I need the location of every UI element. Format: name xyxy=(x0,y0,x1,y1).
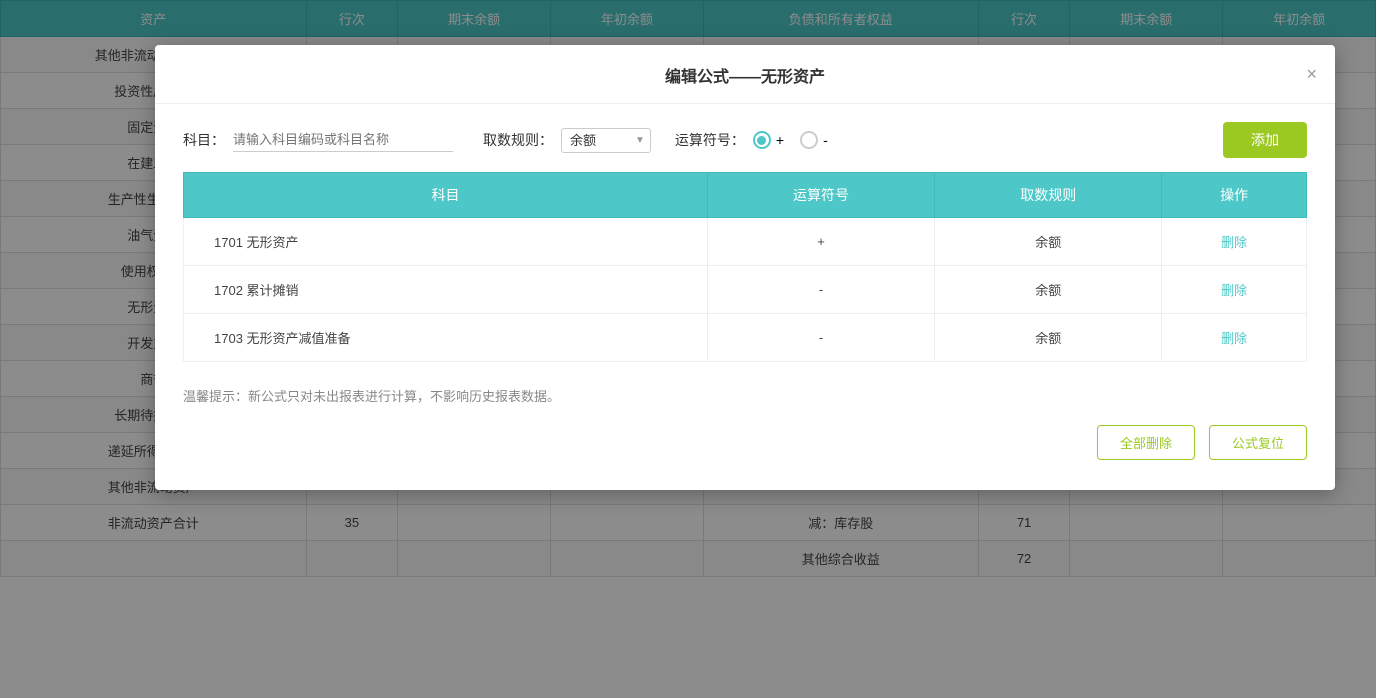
cell-subject: 1702 累计摊销 xyxy=(184,266,708,314)
th-subject: 科目 xyxy=(184,173,708,218)
table-row: 1702 累计摊销-余额 删除 xyxy=(184,266,1307,314)
rule-label: 取数规则： xyxy=(483,130,553,150)
cell-subject: 1703 无形资产减值准备 xyxy=(184,314,708,362)
cell-operator: - xyxy=(707,266,934,314)
radio-plus-circle xyxy=(753,131,771,149)
subject-label: 科目： xyxy=(183,130,225,150)
delete-link[interactable]: 删除 xyxy=(1221,331,1247,346)
delete-all-button[interactable]: 全部删除 xyxy=(1097,425,1195,460)
modal-footer: 全部删除 公式复位 xyxy=(155,415,1335,460)
cell-action: 删除 xyxy=(1162,266,1307,314)
cell-action: 删除 xyxy=(1162,314,1307,362)
rule-group: 取数规则： 余额 借方 贷方 借方发生额 贷方发生额 ▼ xyxy=(483,128,645,153)
table-row: 1703 无形资产减值准备-余额 删除 xyxy=(184,314,1307,362)
modal-close-button[interactable]: × xyxy=(1306,65,1317,83)
cell-subject: 1701 无形资产 xyxy=(184,218,708,266)
radio-minus-circle xyxy=(800,131,818,149)
subject-group: 科目： xyxy=(183,128,453,152)
table-header-row: 科目 运算符号 取数规则 操作 xyxy=(184,173,1307,218)
operator-label: 运算符号： xyxy=(675,130,745,150)
radio-minus[interactable]: - xyxy=(800,131,828,149)
radio-minus-label: - xyxy=(823,132,828,148)
cell-rule: 余额 xyxy=(935,266,1162,314)
cell-operator: - xyxy=(707,314,934,362)
cell-action: 删除 xyxy=(1162,218,1307,266)
add-button[interactable]: 添加 xyxy=(1223,122,1307,158)
rule-select-wrap: 余额 借方 贷方 借方发生额 贷方发生额 ▼ xyxy=(561,128,645,153)
subject-input[interactable] xyxy=(233,128,453,152)
radio-group: + - xyxy=(753,131,828,149)
th-operator: 运算符号 xyxy=(707,173,934,218)
delete-link[interactable]: 删除 xyxy=(1221,235,1247,250)
reset-formula-button[interactable]: 公式复位 xyxy=(1209,425,1307,460)
operator-group: 运算符号： + - xyxy=(675,130,828,150)
form-row: 科目： 取数规则： 余额 借方 贷方 借方发生额 贷方发生额 ▼ 运算符号： xyxy=(155,104,1335,172)
modal-title: 编辑公式——无形资产 xyxy=(665,63,825,87)
delete-link[interactable]: 删除 xyxy=(1221,283,1247,298)
formula-table: 科目 运算符号 取数规则 操作 1701 无形资产+余额删除1702 累计摊销-… xyxy=(183,172,1307,362)
table-row: 1701 无形资产+余额 删除 xyxy=(184,218,1307,266)
rule-select[interactable]: 余额 借方 贷方 借方发生额 贷方发生额 xyxy=(561,128,651,153)
edit-formula-modal: 编辑公式——无形资产 × 科目： 取数规则： 余额 借方 贷方 借方发生额 贷方… xyxy=(155,45,1335,490)
radio-plus-label: + xyxy=(776,132,784,148)
cell-rule: 余额 xyxy=(935,314,1162,362)
radio-plus[interactable]: + xyxy=(753,131,784,149)
modal-header: 编辑公式——无形资产 × xyxy=(155,45,1335,104)
th-rule: 取数规则 xyxy=(935,173,1162,218)
data-table-wrap: 科目 运算符号 取数规则 操作 1701 无形资产+余额删除1702 累计摊销-… xyxy=(183,172,1307,362)
cell-operator: + xyxy=(707,218,934,266)
cell-rule: 余额 xyxy=(935,218,1162,266)
th-action: 操作 xyxy=(1162,173,1307,218)
warning-text: 温馨提示：新公式只对未出报表进行计算，不影响历史报表数据。 xyxy=(155,362,1335,415)
